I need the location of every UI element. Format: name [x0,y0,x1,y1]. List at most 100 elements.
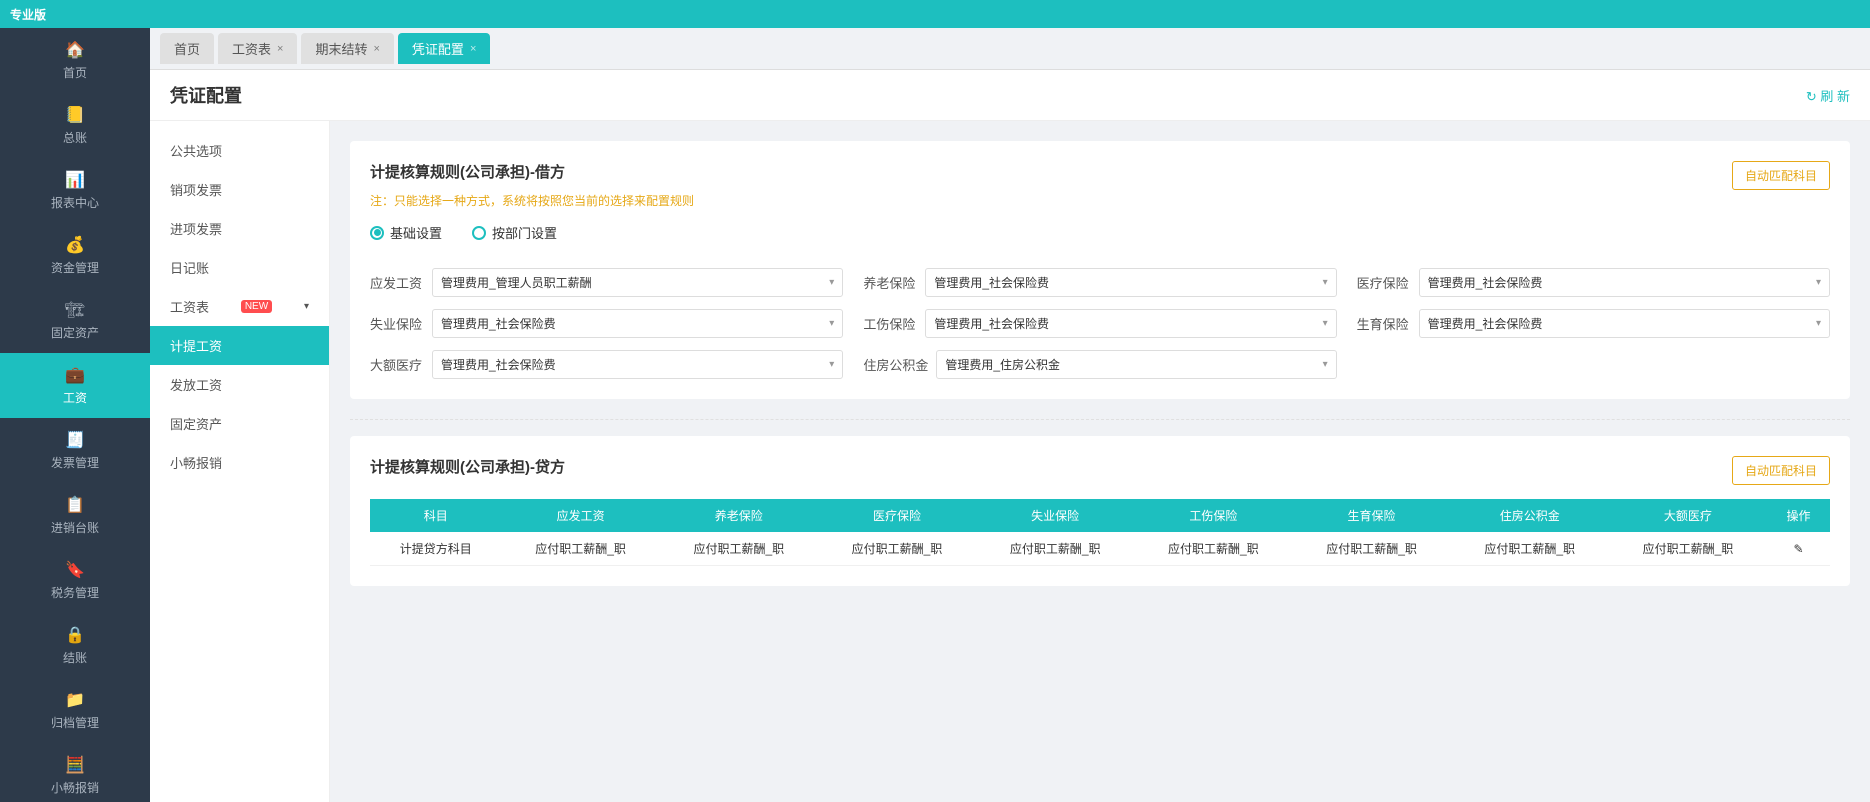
tab-close-payroll[interactable]: × [277,43,283,55]
left-nav-item-fixed_asset[interactable]: 固定资产 [150,404,329,443]
credit-col-工伤保险: 工伤保险 [1134,499,1292,532]
sidebar-item-tax[interactable]: 🔖税务管理 [0,548,150,613]
credit-cell-0-3[interactable]: 应付职工薪酬_职 [976,532,1134,566]
left-nav-item-sales_invoice[interactable]: 销项发票 [150,170,329,209]
left-nav-item-purchase_invoice[interactable]: 进项发票 [150,209,329,248]
left-nav-label-journal: 日记账 [170,261,209,276]
radio-dept[interactable]: 按部门设置 [472,223,557,242]
credit-auto-match-button[interactable]: 自动匹配科目 [1732,456,1830,485]
debit-section-note: 注：只能选择一种方式，系统将按照您当前的选择来配置规则 [370,192,694,209]
left-nav-item-expense[interactable]: 小畅报销 [150,443,329,482]
credit-cell-0-5[interactable]: 应付职工薪酬_职 [1292,532,1450,566]
credit-cell-0-4[interactable]: 应付职工薪酬_职 [1134,532,1292,566]
report-icon: 📊 [65,170,85,190]
sidebar-label-fund: 资金管理 [51,259,99,276]
debit-field-arrow-2: ▾ [1816,277,1821,288]
tab-label-home: 首页 [174,39,200,58]
debit-field-value-3: 管理费用_社会保险费 [441,315,556,332]
debit-auto-match-button[interactable]: 自动匹配科目 [1732,161,1830,190]
left-nav-label-pay_salary: 发放工资 [170,378,222,393]
debit-field-arrow-7: ▾ [1323,359,1328,370]
sidebar-item-ledger[interactable]: 📒总账 [0,93,150,158]
left-nav-item-public[interactable]: 公共选项 [150,131,329,170]
debit-form-grid: 应发工资 管理费用_管理人员职工薪酬 ▾ 养老保险 管理费用_社会保险费 ▾ 医… [370,268,1830,379]
ledger-icon: 📒 [65,105,85,125]
tab-close-period[interactable]: × [373,43,379,55]
fund-icon: 💰 [65,235,85,255]
sidebar-item-salary[interactable]: 💼 工资 [0,353,150,418]
left-nav-label-fixed_asset: 固定资产 [170,417,222,432]
sidebar-item-asset[interactable]: 🏗固定资产 [0,288,150,353]
credit-cell-0-6[interactable]: 应付职工薪酬_职 [1451,532,1609,566]
sidebar-item-fund[interactable]: 💰 资金管理 [0,223,150,288]
sidebar-item-invoice[interactable]: 🧾发票管理 [0,418,150,483]
tab-period[interactable]: 期末结转× [301,33,393,64]
tab-home[interactable]: 首页 [160,33,214,64]
debit-field-select-3[interactable]: 管理费用_社会保险费 ▾ [432,309,843,338]
sidebar-item-archive[interactable]: 📁归档管理 [0,678,150,743]
debit-field-arrow-5: ▾ [1816,318,1821,329]
tab-label-payroll: 工资表 [232,39,271,58]
brand-label: 专业版 [10,6,46,23]
sidebar-item-report2[interactable]: 🧮小畅报销 [0,743,150,802]
left-nav-item-payroll_table[interactable]: 工资表NEW▾ [150,287,329,326]
left-nav-item-calc_salary[interactable]: 计提工资 [150,326,329,365]
credit-col-住房公积金: 住房公积金 [1451,499,1609,532]
credit-cell-0-7[interactable]: 应付职工薪酬_职 [1609,532,1767,566]
sidebar-item-report[interactable]: 📊报表中心 [0,158,150,223]
credit-action-0[interactable]: ✎ [1767,532,1830,566]
debit-field-select-5[interactable]: 管理费用_社会保险费 ▾ [1419,309,1830,338]
debit-section-title: 计提核算规则(公司承担)-借方 [370,161,694,182]
debit-field-arrow-4: ▾ [1323,318,1328,329]
sidebar-label-salary: 工资 [63,389,87,406]
salary-icon: 💼 [65,365,85,385]
credit-table: 科目应发工资养老保险医疗保险失业保险工伤保险生育保险住房公积金大额医疗操作 计提… [370,499,1830,566]
credit-col-应发工资: 应发工资 [502,499,660,532]
left-nav-label-expense: 小畅报销 [170,456,222,471]
tab-close-voucher[interactable]: × [470,43,476,55]
debit-field-4: 工伤保险 管理费用_社会保险费 ▾ [863,309,1336,338]
content-area: 公共选项销项发票进项发票日记账工资表NEW▾计提工资发放工资固定资产小畅报销 计… [150,121,1870,802]
sidebar-item-home[interactable]: 🏠首页 [0,28,150,93]
debit-field-select-2[interactable]: 管理费用_社会保险费 ▾ [1419,268,1830,297]
left-nav-item-journal[interactable]: 日记账 [150,248,329,287]
debit-field-select-4[interactable]: 管理费用_社会保险费 ▾ [925,309,1336,338]
credit-col-生育保险: 生育保险 [1292,499,1450,532]
debit-field-5: 生育保险 管理费用_社会保险费 ▾ [1357,309,1830,338]
sidebar-item-close[interactable]: 🔒 结账 [0,613,150,678]
radio-basic[interactable]: 基础设置 [370,223,442,242]
debit-field-label-0: 应发工资 [370,273,424,292]
debit-field-label-6: 大额医疗 [370,355,424,374]
refresh-button[interactable]: ↻ 刷 新 [1806,86,1850,105]
credit-cell-0-2[interactable]: 应付职工薪酬_职 [818,532,976,566]
debit-field-value-4: 管理费用_社会保险费 [934,315,1049,332]
debit-field-select-6[interactable]: 管理费用_社会保险费 ▾ [432,350,843,379]
main-content: 计提核算规则(公司承担)-借方 注：只能选择一种方式，系统将按照您当前的选择来配… [330,121,1870,802]
debit-field-label-4: 工伤保险 [863,314,917,333]
left-nav-label-sales_invoice: 销项发票 [170,183,222,198]
debit-field-arrow-6: ▾ [829,359,834,370]
tax-icon: 🔖 [65,560,85,580]
tab-voucher[interactable]: 凭证配置× [398,33,490,64]
credit-section-title: 计提核算规则(公司承担)-贷方 [370,456,565,477]
debit-field-1: 养老保险 管理费用_社会保险费 ▾ [863,268,1336,297]
debit-field-select-0[interactable]: 管理费用_管理人员职工薪酬 ▾ [432,268,843,297]
debit-field-select-1[interactable]: 管理费用_社会保险费 ▾ [925,268,1336,297]
credit-cell-subject: 计提贷方科目 [370,532,502,566]
debit-field-arrow-3: ▾ [829,318,834,329]
credit-cell-0-1[interactable]: 应付职工薪酬_职 [660,532,818,566]
tab-bar: 首页工资表×期末结转×凭证配置× [150,28,1870,70]
debit-field-select-7[interactable]: 管理费用_住房公积金 ▾ [936,350,1336,379]
credit-cell-0-0[interactable]: 应付职工薪酬_职 [502,532,660,566]
tab-payroll[interactable]: 工资表 × [218,33,297,64]
sidebar-label-invoice: 发票管理 [51,454,99,471]
debit-field-arrow-0: ▾ [829,277,834,288]
credit-col-操作: 操作 [1767,499,1830,532]
report2-icon: 🧮 [65,755,85,775]
left-nav-item-pay_salary[interactable]: 发放工资 [150,365,329,404]
sidebar-label-close: 结账 [63,649,87,666]
debit-field-arrow-1: ▾ [1323,277,1328,288]
close-icon: 🔒 [65,625,85,645]
sidebar-item-purchase[interactable]: 📋进销台账 [0,483,150,548]
credit-col-科目: 科目 [370,499,502,532]
